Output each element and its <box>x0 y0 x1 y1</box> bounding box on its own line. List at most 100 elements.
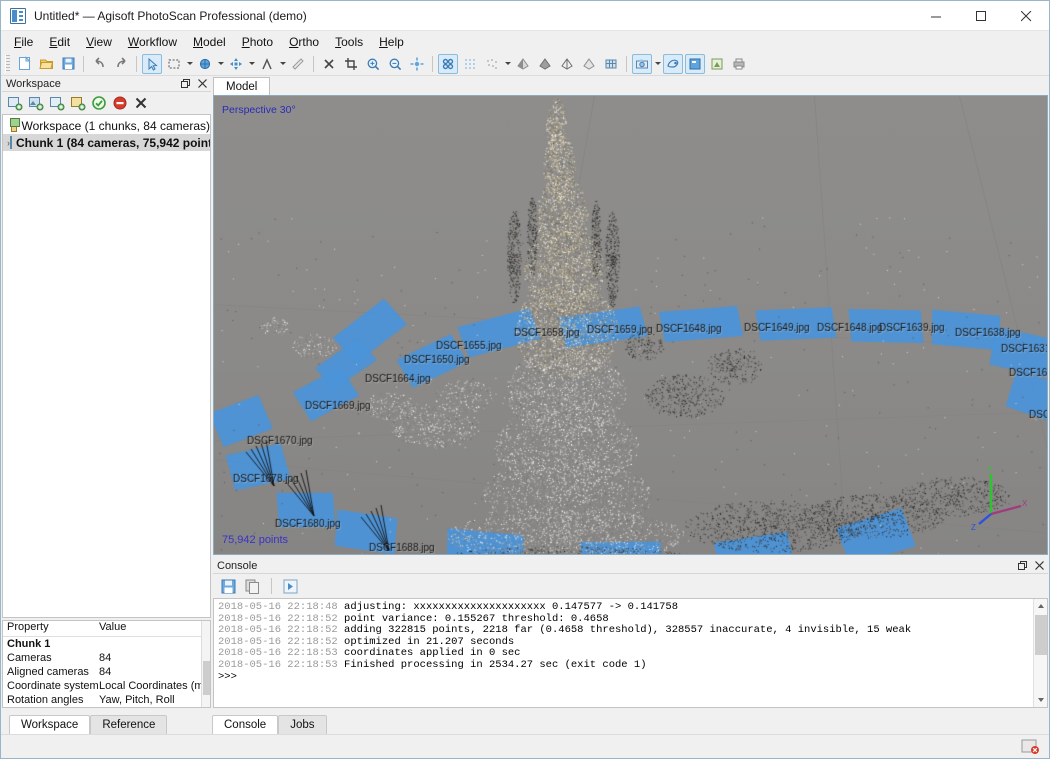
scrollbar-thumb[interactable] <box>1035 615 1047 655</box>
shaded-model-icon[interactable] <box>513 54 533 74</box>
classified-cloud-view-icon[interactable] <box>482 54 502 74</box>
add-photos-icon[interactable] <box>27 94 45 112</box>
console-timestamp: 2018-05-16 22:18:53 <box>218 647 338 659</box>
solid-model-icon[interactable] <box>535 54 555 74</box>
menu-help[interactable]: Help <box>371 33 412 51</box>
toolbar-separator <box>313 56 314 72</box>
rotate-object-icon[interactable] <box>257 54 277 74</box>
show-markers-icon[interactable] <box>663 54 683 74</box>
free-form-selection-dropdown-icon[interactable] <box>216 54 225 74</box>
menu-view[interactable]: View <box>78 33 120 51</box>
reset-view-icon[interactable] <box>407 54 427 74</box>
save-log-icon[interactable] <box>219 577 238 596</box>
scroll-down-icon[interactable] <box>1034 693 1048 707</box>
menu-file[interactable]: File <box>6 33 41 51</box>
console-timestamp: 2018-05-16 22:18:52 <box>218 613 338 625</box>
properties-scrollbar[interactable] <box>201 621 210 707</box>
maximize-icon[interactable] <box>959 1 1004 31</box>
console-output[interactable]: 2018-05-16 22:18:48 adjusting: xxxxxxxxx… <box>213 598 1048 708</box>
menu-ortho[interactable]: Ortho <box>281 33 327 51</box>
tab-workspace[interactable]: Workspace <box>9 715 90 734</box>
window-controls <box>914 1 1049 31</box>
console-prompt[interactable]: >>> <box>218 672 1043 684</box>
open-document-icon[interactable] <box>36 54 56 74</box>
add-shapes-icon[interactable] <box>69 94 87 112</box>
undo-icon[interactable] <box>89 54 109 74</box>
add-markers-icon[interactable] <box>48 94 66 112</box>
add-chunk-icon[interactable] <box>6 94 24 112</box>
workspace-panel: Workspace <box>2 76 211 618</box>
new-document-icon[interactable] <box>14 54 34 74</box>
workspace-close-icon[interactable] <box>197 77 208 89</box>
console-scrollbar[interactable] <box>1033 599 1047 707</box>
ruler-icon[interactable] <box>288 54 308 74</box>
svg-text:X: X <box>1022 499 1028 508</box>
remove-items-icon[interactable] <box>132 94 150 112</box>
rectangle-selection-dropdown-icon[interactable] <box>185 54 194 74</box>
rectangle-selection-icon[interactable] <box>164 54 184 74</box>
properties-panel: Property Value Chunk 1 Cameras 84 Aligne… <box>2 620 211 708</box>
tree-item-label: Chunk 1 (84 cameras, 75,942 points) <box>16 136 211 150</box>
workspace-float-icon[interactable] <box>180 77 191 89</box>
zoom-in-icon[interactable] <box>363 54 383 74</box>
show-cameras-dropdown-icon[interactable] <box>653 54 662 74</box>
title-bar: Untitled* — Agisoft PhotoScan Profession… <box>1 1 1049 31</box>
delete-selection-icon[interactable] <box>319 54 339 74</box>
workspace-icon <box>11 119 17 132</box>
textured-model-icon[interactable] <box>579 54 599 74</box>
point-cloud-view-icon[interactable] <box>438 54 458 74</box>
move-object-icon[interactable] <box>226 54 246 74</box>
menu-photo[interactable]: Photo <box>234 33 281 51</box>
tab-model[interactable]: Model <box>213 77 270 95</box>
console-message: adjusting: xxxxxxxxxxxxxxxxxxxxx 0.14757… <box>344 601 678 613</box>
enable-icon[interactable] <box>90 94 108 112</box>
workspace-tree[interactable]: Workspace (1 chunks, 84 cameras) › Chunk… <box>2 114 211 618</box>
rotate-object-dropdown-icon[interactable] <box>278 54 287 74</box>
print-icon[interactable] <box>729 54 749 74</box>
navigate-arrow-icon[interactable] <box>142 54 162 74</box>
menu-bar: File Edit View Workflow Model Photo Orth… <box>1 31 1049 52</box>
status-bar <box>1 734 1049 758</box>
menu-workflow[interactable]: Workflow <box>120 33 185 51</box>
console-close-icon[interactable] <box>1034 559 1045 571</box>
show-trackball-icon[interactable] <box>707 54 727 74</box>
zoom-out-icon[interactable] <box>385 54 405 74</box>
wireframe-model-icon[interactable] <box>557 54 577 74</box>
console-line: 2018-05-16 22:18:48 adjusting: xxxxxxxxx… <box>218 602 1043 614</box>
minimize-icon[interactable] <box>914 1 959 31</box>
tiled-model-icon[interactable] <box>601 54 621 74</box>
console-panel-header: Console <box>213 558 1048 574</box>
menu-model[interactable]: Model <box>185 33 234 51</box>
copy-log-icon[interactable] <box>243 577 262 596</box>
execute-script-icon[interactable] <box>281 577 300 596</box>
close-icon[interactable] <box>1004 1 1049 31</box>
console-toolbar <box>213 574 1048 598</box>
notification-icon[interactable] <box>1021 738 1041 756</box>
show-region-icon[interactable] <box>685 54 705 74</box>
menu-tools[interactable]: Tools <box>327 33 371 51</box>
tab-console[interactable]: Console <box>212 715 278 734</box>
save-document-icon[interactable] <box>58 54 78 74</box>
property-name: Chunk 1 <box>3 638 95 650</box>
scrollbar-thumb[interactable] <box>203 661 210 695</box>
classified-cloud-dropdown-icon[interactable] <box>503 54 512 74</box>
show-cameras-icon[interactable] <box>632 54 652 74</box>
console-float-icon[interactable] <box>1017 559 1028 571</box>
model-viewport[interactable]: Perspective 30° 75,942 points Y X Z <box>213 95 1048 555</box>
tab-reference[interactable]: Reference <box>90 715 167 734</box>
tab-jobs[interactable]: Jobs <box>278 715 326 734</box>
menu-edit[interactable]: Edit <box>41 33 78 51</box>
toolbar-grip[interactable] <box>5 55 10 73</box>
free-form-selection-icon[interactable] <box>195 54 215 74</box>
points-count-label: 75,942 points <box>222 534 288 546</box>
tree-item-workspace[interactable]: Workspace (1 chunks, 84 cameras) <box>3 117 210 134</box>
move-object-dropdown-icon[interactable] <box>247 54 256 74</box>
redo-icon[interactable] <box>111 54 131 74</box>
tree-item-chunk-1[interactable]: › Chunk 1 (84 cameras, 75,942 points) <box>3 134 210 151</box>
bottom-tab-bar: Workspace Reference Console Jobs <box>1 708 1049 734</box>
crop-selection-icon[interactable] <box>341 54 361 74</box>
main-toolbar <box>1 52 1049 76</box>
dense-cloud-view-icon[interactable] <box>460 54 480 74</box>
scroll-up-icon[interactable] <box>1034 599 1048 613</box>
disable-icon[interactable] <box>111 94 129 112</box>
